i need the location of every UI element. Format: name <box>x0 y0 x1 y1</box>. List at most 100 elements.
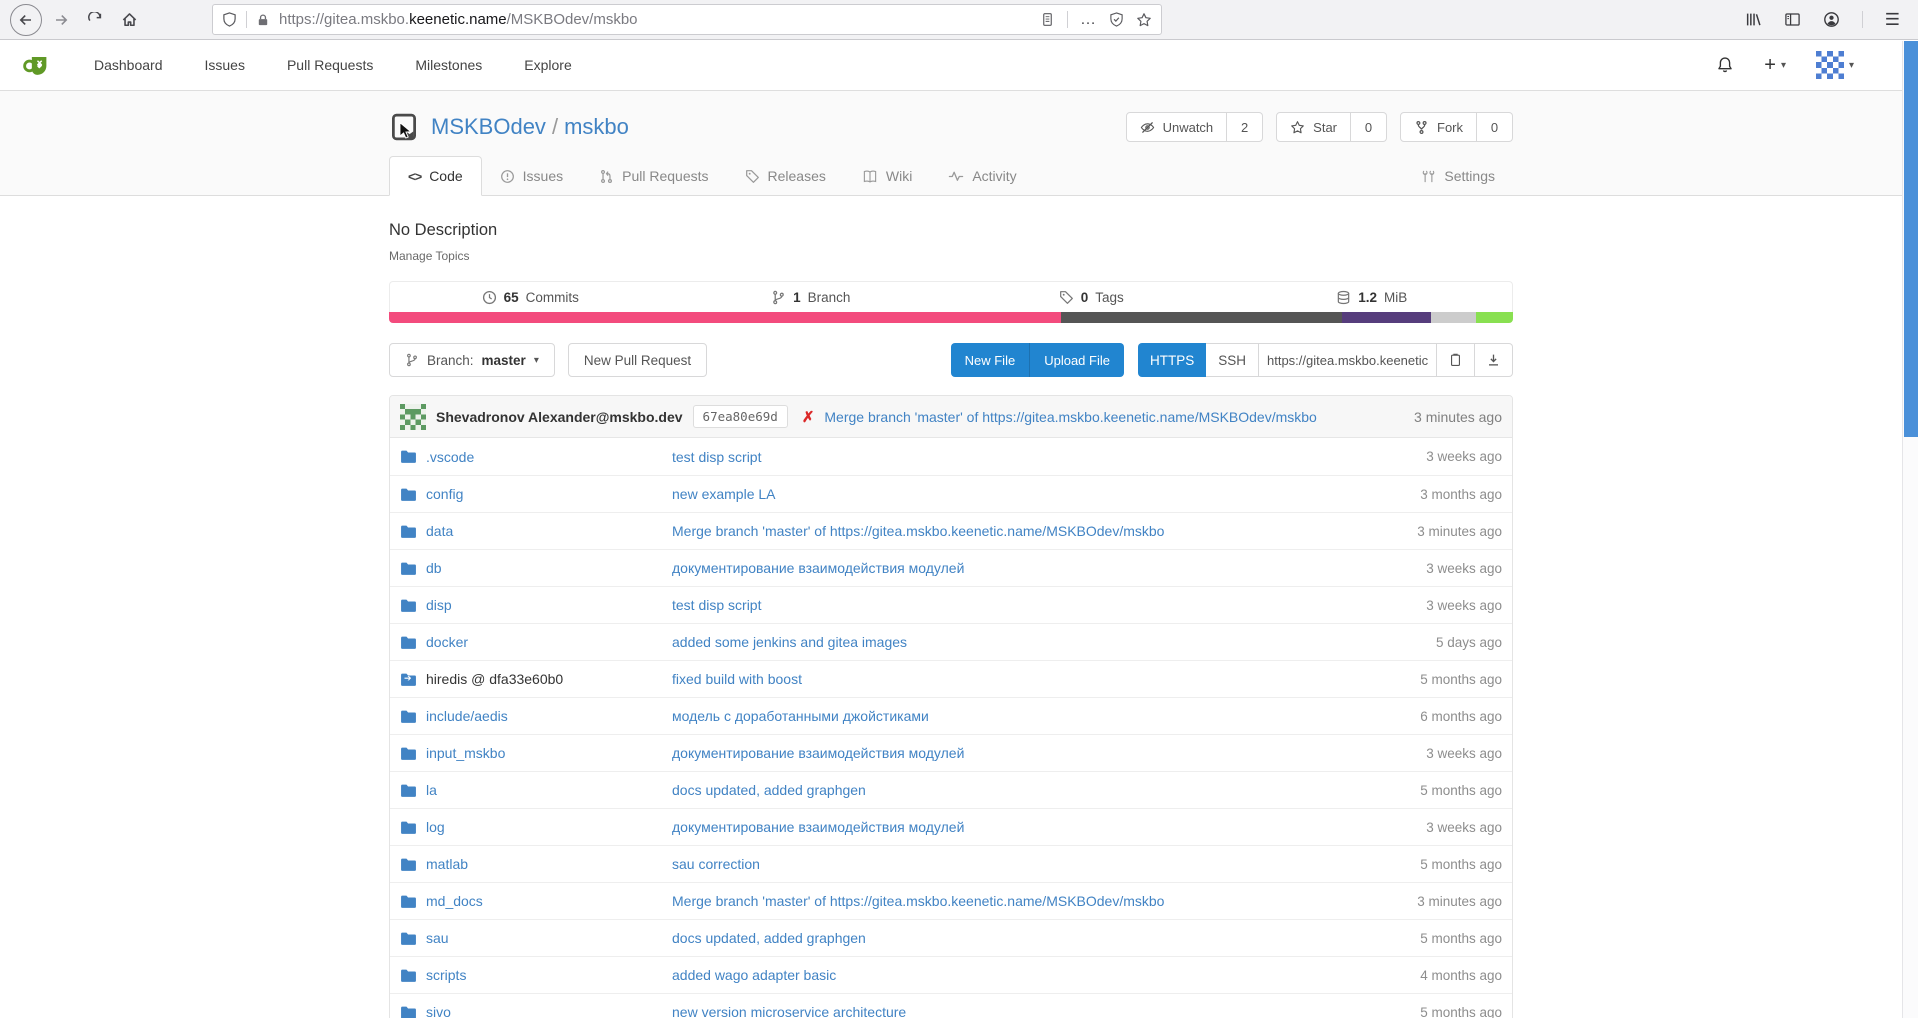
file-name-link[interactable]: scripts <box>426 967 466 983</box>
sidebar-toggle-icon[interactable] <box>1784 11 1801 28</box>
menu-hamburger-icon[interactable]: ☰ <box>1885 10 1900 30</box>
copy-clone-url-button[interactable] <box>1437 343 1475 377</box>
file-table: Shevadronov Alexander@mskbo.dev 67ea80e6… <box>389 395 1513 1018</box>
create-new-dropdown[interactable]: + ▾ <box>1764 55 1786 75</box>
latest-commit-message-link[interactable]: Merge branch 'master' of https://gitea.m… <box>824 409 1404 425</box>
file-commit-message-link[interactable]: Merge branch 'master' of https://gitea.m… <box>672 893 1372 909</box>
tab-activity[interactable]: Activity <box>930 156 1034 196</box>
file-name-link[interactable]: input_mskbo <box>426 745 505 761</box>
unwatch-button[interactable]: Unwatch <box>1125 112 1228 142</box>
plus-icon: + <box>1764 54 1776 76</box>
branch-icon <box>771 290 786 305</box>
nav-milestones[interactable]: Milestones <box>415 57 482 73</box>
file-commit-message-link[interactable]: added wago adapter basic <box>672 967 1372 983</box>
file-commit-message-link[interactable]: new example LA <box>672 486 1372 502</box>
repo-controls: Branch: master ▾ New Pull Request New Fi… <box>389 343 1513 377</box>
page-actions-icon[interactable]: … <box>1080 11 1097 29</box>
file-commit-message-link[interactable]: test disp script <box>672 449 1372 465</box>
scrollbar-track[interactable] <box>1902 41 1918 1018</box>
watchers-count[interactable]: 2 <box>1227 112 1264 142</box>
tab-issues[interactable]: Issues <box>482 156 581 196</box>
branches-stat[interactable]: 1 Branch <box>671 290 952 305</box>
upload-file-button[interactable]: Upload File <box>1029 343 1124 377</box>
nav-issues[interactable]: Issues <box>205 57 245 73</box>
fork-button[interactable]: Fork <box>1400 112 1477 142</box>
commits-stat[interactable]: 65 Commits <box>390 290 671 305</box>
file-name-link[interactable]: matlab <box>426 856 468 872</box>
new-file-button[interactable]: New File <box>950 343 1030 377</box>
file-name-link[interactable]: la <box>426 782 437 798</box>
file-commit-message-link[interactable]: fixed build with boost <box>672 671 1372 687</box>
tab-pull-requests[interactable]: Pull Requests <box>581 156 726 196</box>
file-commit-message-link[interactable]: test disp script <box>672 597 1372 613</box>
file-name-link[interactable]: db <box>426 560 442 576</box>
url-bar[interactable]: https://gitea.mskbo.keenetic.name/MSKBOd… <box>212 4 1162 35</box>
file-name-link[interactable]: data <box>426 523 453 539</box>
file-name-link[interactable]: disp <box>426 597 452 613</box>
file-commit-message-link[interactable]: sau correction <box>672 856 1372 872</box>
library-icon[interactable] <box>1745 11 1762 28</box>
scrollbar-thumb[interactable] <box>1904 41 1918 437</box>
file-commit-message-link[interactable]: документирование взаимодействия модулей <box>672 819 1372 835</box>
repo-owner-link[interactable]: MSKBOdev <box>431 114 546 139</box>
file-name-link[interactable]: log <box>426 819 445 835</box>
fork-label: Fork <box>1437 119 1463 135</box>
file-name-cell: md_docs <box>400 893 672 909</box>
chevron-down-icon: ▾ <box>533 354 539 366</box>
download-button[interactable] <box>1475 343 1513 377</box>
file-commit-time: 3 weeks ago <box>1426 819 1502 835</box>
tab-settings[interactable]: Settings <box>1403 156 1513 196</box>
size-stat[interactable]: 1.2 MiB <box>1232 290 1513 305</box>
file-commit-message-link[interactable]: docs updated, added graphgen <box>672 930 1372 946</box>
star-button[interactable]: Star <box>1276 112 1351 142</box>
ssh-toggle[interactable]: SSH <box>1206 343 1259 377</box>
chevron-down-icon: ▾ <box>1848 59 1854 71</box>
file-commit-message-link[interactable]: Merge branch 'master' of https://gitea.m… <box>672 523 1372 539</box>
browser-forward-button[interactable] <box>46 5 76 35</box>
clone-url-input[interactable] <box>1259 343 1437 377</box>
tags-stat[interactable]: 0 Tags <box>951 290 1232 305</box>
file-name-link[interactable]: include/aedis <box>426 708 508 724</box>
tags-count: 0 <box>1080 289 1089 305</box>
tab-releases[interactable]: Releases <box>727 156 844 196</box>
repo-name-link[interactable]: mskbo <box>564 114 629 139</box>
file-commit-message-link[interactable]: модель с доработанными джойстиками <box>672 708 1372 724</box>
file-name-link[interactable]: sivo <box>426 1004 451 1018</box>
new-pull-request-button[interactable]: New Pull Request <box>567 343 708 377</box>
file-commit-message-link[interactable]: added some jenkins and gitea images <box>672 634 1372 650</box>
lock-icon[interactable] <box>256 13 270 27</box>
tab-code[interactable]: <> Code <box>389 156 482 196</box>
file-commit-message-link[interactable]: new version microservice architecture <box>672 1004 1372 1018</box>
bookmark-star-icon[interactable] <box>1136 12 1152 28</box>
commit-sha-link[interactable]: 67ea80e69d <box>692 405 788 428</box>
nav-dashboard[interactable]: Dashboard <box>94 57 163 73</box>
browser-home-button[interactable] <box>114 5 144 35</box>
tracking-protection-shield-icon[interactable] <box>222 12 237 27</box>
file-name-link[interactable]: config <box>426 486 463 502</box>
account-icon[interactable] <box>1823 11 1840 28</box>
user-menu-dropdown[interactable]: ▾ <box>1815 51 1854 79</box>
notifications-bell-icon[interactable] <box>1716 56 1734 74</box>
tab-wiki[interactable]: Wiki <box>844 156 930 196</box>
file-name-link[interactable]: docker <box>426 634 468 650</box>
browser-refresh-button[interactable] <box>80 5 110 35</box>
branch-dropdown[interactable]: Branch: master ▾ <box>389 343 555 377</box>
https-toggle[interactable]: HTTPS <box>1137 343 1207 377</box>
nav-explore[interactable]: Explore <box>524 57 571 73</box>
manage-topics-link[interactable]: Manage Topics <box>389 249 470 263</box>
reader-mode-icon[interactable] <box>1040 12 1055 27</box>
gitea-logo[interactable] <box>22 50 52 80</box>
browser-back-button[interactable] <box>10 3 42 36</box>
forks-count[interactable]: 0 <box>1477 112 1513 142</box>
urlbar-divider <box>246 11 247 28</box>
ci-failure-icon[interactable]: ✗ <box>802 408 815 426</box>
file-name-link[interactable]: md_docs <box>426 893 483 909</box>
file-name-link[interactable]: .vscode <box>426 449 474 465</box>
shield-check-icon[interactable] <box>1109 12 1124 27</box>
nav-pull-requests[interactable]: Pull Requests <box>287 57 373 73</box>
stars-count[interactable]: 0 <box>1351 112 1387 142</box>
file-name-link[interactable]: sau <box>426 930 449 946</box>
file-commit-message-link[interactable]: документирование взаимодействия модулей <box>672 745 1372 761</box>
file-commit-message-link[interactable]: документирование взаимодействия модулей <box>672 560 1372 576</box>
file-commit-message-link[interactable]: docs updated, added graphgen <box>672 782 1372 798</box>
